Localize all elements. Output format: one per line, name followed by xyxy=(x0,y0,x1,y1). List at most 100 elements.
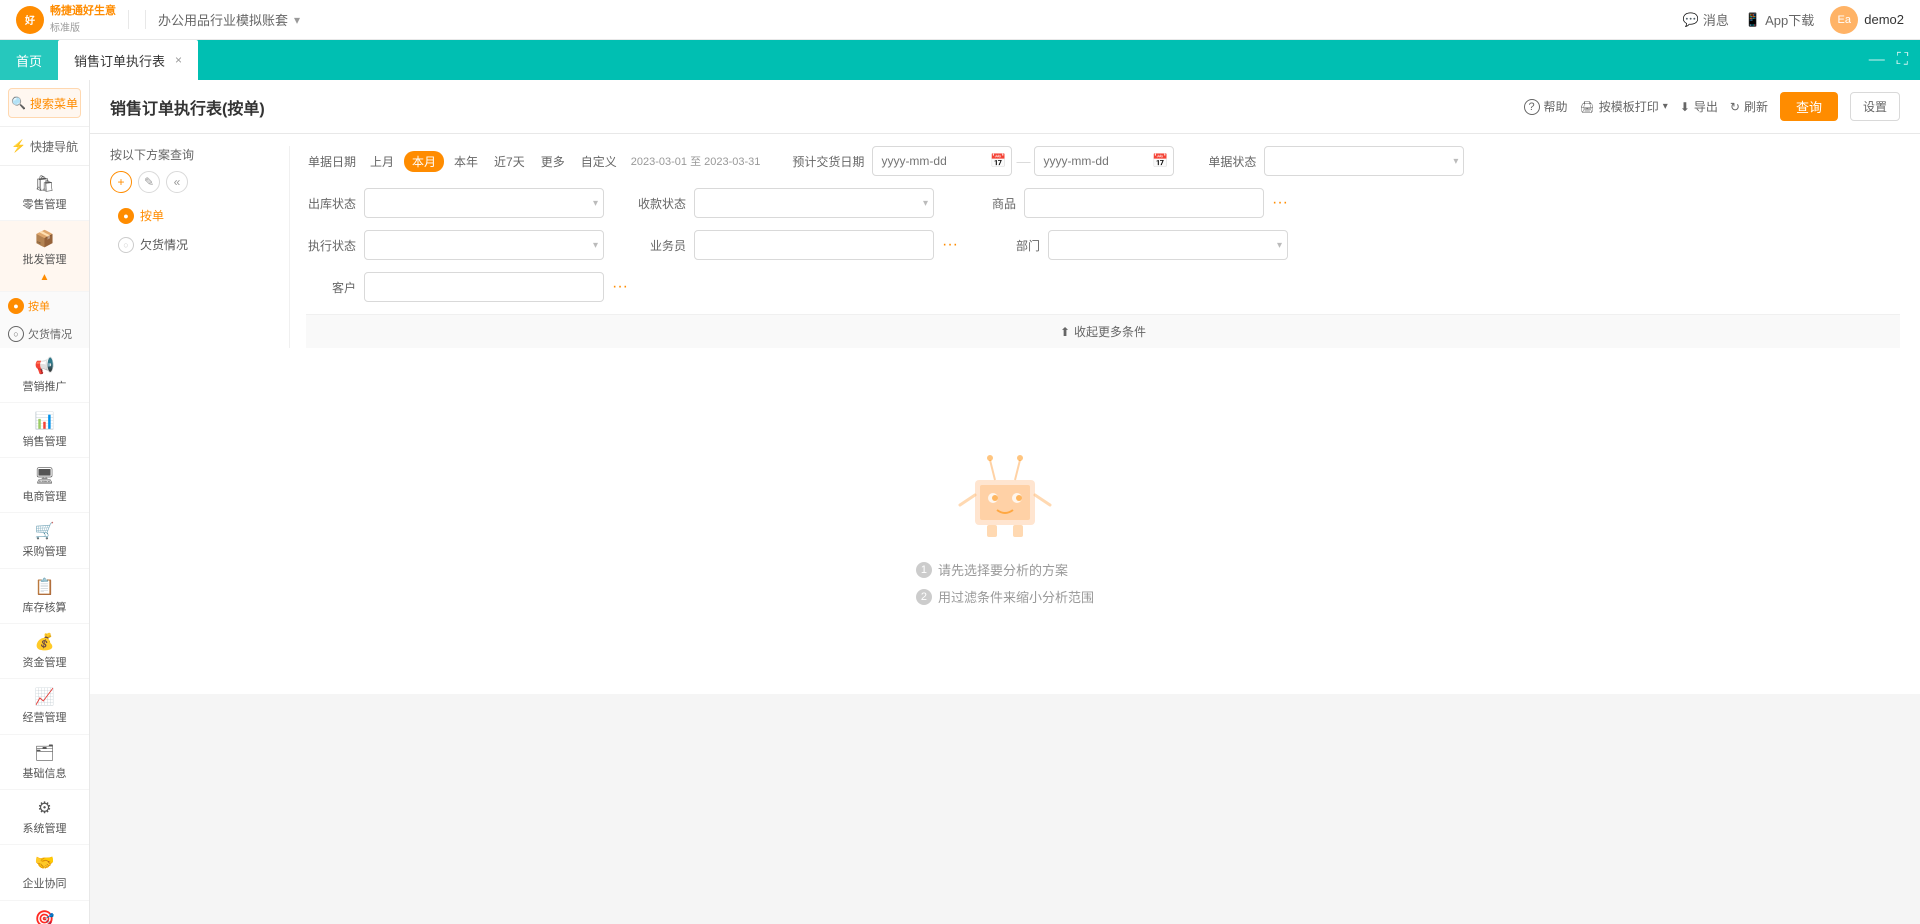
salesman-input[interactable] xyxy=(694,230,934,260)
ecommerce-label: 电商管理 xyxy=(23,490,67,504)
refresh-btn[interactable]: ↻ 刷新 xyxy=(1730,98,1768,115)
enterprise-label: 企业协同 xyxy=(23,877,67,891)
sidebar-item-finance[interactable]: 💰 资金管理 xyxy=(0,624,89,679)
expected-date-from[interactable] xyxy=(872,146,1012,176)
operations-label: 经营管理 xyxy=(23,711,67,725)
search-icon: 🔍 xyxy=(11,96,26,110)
page-header: 销售订单执行表(按单) ? 帮助 🖨 按模板打印 ▾ ⬇ 导出 ↻ 刷新 xyxy=(90,80,1920,134)
receipt-input[interactable] xyxy=(694,188,934,218)
filter-field-exec-status: 执行状态 ▾ xyxy=(306,230,604,260)
doc-status-input[interactable] xyxy=(1264,146,1464,176)
user-area[interactable]: Ea demo2 xyxy=(1830,6,1904,34)
date-tab-last-month[interactable]: 上月 xyxy=(364,151,400,172)
date-range-text: 2023-03-01 至 2023-03-31 xyxy=(631,153,761,169)
goods-input[interactable] xyxy=(1024,188,1264,218)
add-scheme-btn[interactable]: + xyxy=(110,171,132,193)
message-label: 消息 xyxy=(1703,10,1729,29)
settings-btn[interactable]: 设置 xyxy=(1850,92,1900,121)
print-template-btn[interactable]: 🖨 按模板打印 ▾ xyxy=(1580,98,1668,115)
goods-label: 商品 xyxy=(966,195,1016,212)
filter-row-2: 出库状态 ▾ 收款状态 ▾ xyxy=(306,188,1900,218)
filter-field-goods: 商品 ··· xyxy=(966,188,1288,218)
date-tab-more[interactable]: 更多 xyxy=(535,151,571,172)
outbound-input[interactable] xyxy=(364,188,604,218)
filter-field-expected-date: 预计交货日期 📅 — 📅 xyxy=(792,146,1174,176)
salesman-ellipsis[interactable]: ··· xyxy=(942,236,958,254)
print-icon: 🖨 xyxy=(1580,100,1595,114)
filter-sub-order[interactable]: ● 按单 xyxy=(110,201,277,230)
dept-input[interactable] xyxy=(1048,230,1288,260)
app-dropdown-arrow[interactable]: ▾ xyxy=(294,13,300,27)
sidebar-item-purchase[interactable]: 🛒 采购管理 xyxy=(0,513,89,568)
sidebar-item-basic-info[interactable]: 🗂 基础信息 xyxy=(0,735,89,790)
marketing-icon: 📢 xyxy=(35,356,55,376)
sidebar-sub-order[interactable]: ● 按单 xyxy=(0,292,89,320)
message-icon: 💬 xyxy=(1683,12,1699,28)
sidebar-item-marketing[interactable]: 📢 营销推广 xyxy=(0,348,89,403)
tab-sales-order[interactable]: 销售订单执行表 × xyxy=(58,40,198,80)
sidebar-item-inventory[interactable]: 📋 库存核算 xyxy=(0,569,89,624)
customer-ellipsis[interactable]: ··· xyxy=(612,278,628,296)
exec-status-input[interactable] xyxy=(364,230,604,260)
tab-close-icon[interactable]: × xyxy=(175,53,182,67)
sidebar-sub-debt[interactable]: ○ 欠货情况 xyxy=(0,320,89,348)
quick-nav-btn[interactable]: ⚡ 快捷导航 xyxy=(0,131,89,161)
filter-field-receipt: 收款状态 ▾ xyxy=(636,188,934,218)
customer-input[interactable] xyxy=(364,272,604,302)
date-tab-custom[interactable]: 自定义 xyxy=(575,151,623,172)
message-action[interactable]: 💬 消息 xyxy=(1683,10,1729,29)
minimize-btn[interactable]: — xyxy=(1869,51,1885,69)
filter-field-salesman: 业务员 ··· xyxy=(636,230,958,260)
expected-date-to[interactable] xyxy=(1034,146,1174,176)
filter-sub-debt[interactable]: ○ 欠货情况 xyxy=(110,230,277,259)
export-btn[interactable]: ⬇ 导出 xyxy=(1680,98,1718,115)
filter-field-date: 单据日期 上月 本月 本年 近7天 更多 自定义 20 xyxy=(306,151,760,172)
sidebar-item-newbie[interactable]: 🎯 新手引导 xyxy=(0,901,89,924)
tip-text-2: 用过滤条件来缩小分析范围 xyxy=(938,587,1094,606)
empty-tips: 1 请先选择要分析的方案 2 用过滤条件来缩小分析范围 xyxy=(916,560,1094,614)
date-tab-last7[interactable]: 近7天 xyxy=(488,151,531,172)
logo-area: 好 畅捷通好生意 标准版 xyxy=(16,5,116,33)
date-group: 上月 本月 本年 近7天 更多 自定义 2023-03-01 至 2023-03… xyxy=(364,151,760,172)
main-layout: 🔍 搜索菜单 ⚡ 快捷导航 🛍 零售管理 📦 批发管理 ▲ ● 按单 xyxy=(0,80,1920,924)
empty-tip-2: 2 用过滤条件来缩小分析范围 xyxy=(916,587,1094,606)
filter-layout: 按以下方案查询 + ✎ « ● 按单 ○ 欠货情况 xyxy=(110,146,1900,348)
sidebar-item-operations[interactable]: 📈 经营管理 xyxy=(0,679,89,734)
date-tab-this-month[interactable]: 本月 xyxy=(404,151,444,172)
sidebar-item-sales-mgmt[interactable]: 📊 销售管理 xyxy=(0,403,89,458)
sidebar-item-enterprise[interactable]: 🤝 企业协同 xyxy=(0,845,89,900)
app-download-action[interactable]: 📱 App下载 xyxy=(1745,10,1814,29)
tab-home[interactable]: 首页 xyxy=(0,40,58,80)
app-download-icon: 📱 xyxy=(1745,12,1761,28)
sidebar-item-retail[interactable]: 🛍 零售管理 xyxy=(0,166,89,221)
collapse-bar[interactable]: ⬆ 收起更多条件 xyxy=(306,314,1900,348)
collapse-up-icon: ⬆ xyxy=(1060,325,1070,339)
collapse-scheme-btn[interactable]: « xyxy=(166,171,188,193)
tip-num-1: 1 xyxy=(916,562,932,578)
query-btn[interactable]: 查询 xyxy=(1780,92,1838,121)
app-title: 办公用品行业模拟账套 xyxy=(145,10,288,29)
receipt-label: 收款状态 xyxy=(636,195,686,212)
sidebar-item-system[interactable]: ⚙ 系统管理 xyxy=(0,790,89,845)
logo-sub: 标准版 xyxy=(50,19,116,34)
goods-ellipsis[interactable]: ··· xyxy=(1272,194,1288,212)
dept-label: 部门 xyxy=(990,237,1040,254)
refresh-icon: ↻ xyxy=(1730,100,1740,114)
page-title: 销售订单执行表(按单) xyxy=(110,95,265,131)
sidebar-item-wholesale[interactable]: 📦 批发管理 ▲ xyxy=(0,221,89,291)
search-menu-btn[interactable]: 🔍 搜索菜单 xyxy=(8,88,81,118)
customer-label: 客户 xyxy=(306,279,356,296)
filter-field-doc-status: 单据状态 ▾ xyxy=(1206,146,1464,176)
maximize-btn[interactable]: ⛶ xyxy=(1897,51,1908,69)
filter-sidebar-title: 按以下方案查询 xyxy=(110,146,277,163)
sidebar-item-ecommerce[interactable]: 🖥 电商管理 xyxy=(0,458,89,513)
sidebar: 🔍 搜索菜单 ⚡ 快捷导航 🛍 零售管理 📦 批发管理 ▲ ● 按单 xyxy=(0,80,90,924)
edit-scheme-btn[interactable]: ✎ xyxy=(138,171,160,193)
finance-label: 资金管理 xyxy=(23,656,67,670)
inventory-icon: 📋 xyxy=(35,577,55,597)
help-btn[interactable]: ? 帮助 xyxy=(1524,98,1568,115)
collapse-label: 收起更多条件 xyxy=(1074,323,1146,340)
wholesale-label: 批发管理 xyxy=(23,253,67,267)
doc-status-label: 单据状态 xyxy=(1206,153,1256,170)
date-tab-this-year[interactable]: 本年 xyxy=(448,151,484,172)
